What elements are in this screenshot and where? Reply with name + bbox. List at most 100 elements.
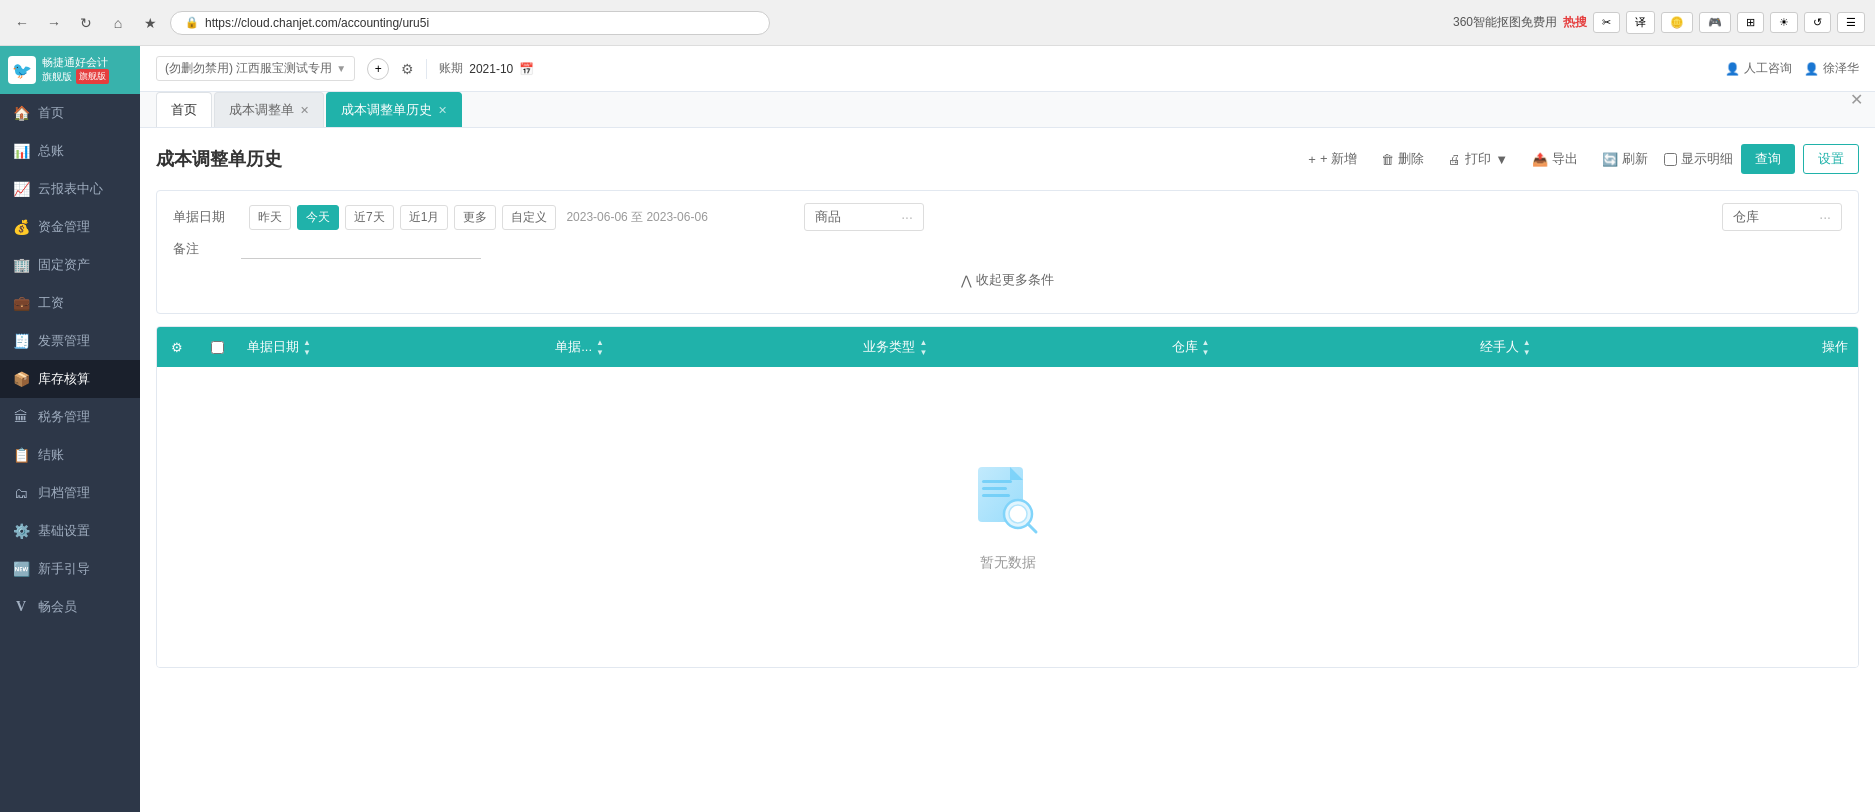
back-button[interactable]: ← (10, 11, 34, 35)
close-window-btn[interactable]: ✕ (1838, 82, 1875, 117)
sidebar-item-invoice-label: 发票管理 (38, 332, 90, 350)
select-all-checkbox[interactable] (211, 341, 224, 354)
history-tool[interactable]: ↺ (1804, 12, 1831, 33)
warehouse-sort-arrows: ▲▼ (1202, 338, 1210, 357)
menu-tool[interactable]: ☰ (1837, 12, 1865, 33)
remarks-input[interactable] (241, 239, 481, 259)
collapse-button[interactable]: ⋀ 收起更多条件 (951, 267, 1064, 293)
coin-tool[interactable]: 🪙 (1661, 12, 1693, 33)
sidebar-item-ledger[interactable]: 📊 总账 (0, 132, 140, 170)
tab-cost-adjust-history[interactable]: 成本调整单历史 ✕ (326, 92, 462, 127)
date-btn-yesterday[interactable]: 昨天 (249, 205, 291, 230)
sidebar-item-closing[interactable]: 📋 结账 (0, 436, 140, 474)
sidebar-item-settings[interactable]: ⚙️ 基础设置 (0, 512, 140, 550)
settings-button[interactable]: 设置 (1803, 144, 1859, 174)
th-settings[interactable]: ⚙ (157, 340, 197, 355)
table-container: ⚙ 单据日期 ▲▼ 单据... ▲▼ 业务类型 ▲▼ (156, 326, 1859, 668)
show-detail-checkbox[interactable] (1664, 153, 1677, 166)
th-biz-type-label: 业务类型 (863, 338, 915, 356)
forward-button[interactable]: → (42, 11, 66, 35)
sidebar-item-inventory[interactable]: 📦 库存核算 (0, 360, 140, 398)
print-button[interactable]: 🖨 打印 ▼ (1440, 146, 1516, 172)
scissors-tool[interactable]: ✂ (1593, 12, 1620, 33)
th-handler[interactable]: 经手人 ▲▼ (1470, 330, 1778, 365)
warehouse-label: 仓库 (1733, 208, 1759, 226)
query-button[interactable]: 查询 (1741, 144, 1795, 174)
sidebar-item-guide[interactable]: 🆕 新手引导 (0, 550, 140, 588)
add-tab-button[interactable]: + (367, 58, 389, 80)
delete-icon: 🗑 (1381, 152, 1394, 167)
sidebar-item-archive-label: 归档管理 (38, 484, 90, 502)
app-container: 🐦 畅捷通好会计 旗舰版 旗舰版 🏠 首页 📊 总账 📈 (0, 46, 1875, 812)
calendar-icon[interactable]: 📅 (519, 62, 534, 76)
refresh-button[interactable]: 🔄 刷新 (1594, 146, 1656, 172)
user-service[interactable]: 👤 人工咨询 (1725, 60, 1792, 77)
settings-tab-button[interactable]: ⚙ (401, 61, 414, 77)
date-btn-7days[interactable]: 近7天 (345, 205, 394, 230)
logo-icon: 🐦 (8, 56, 36, 84)
guide-icon: 🆕 (12, 561, 30, 577)
sidebar-item-funds[interactable]: 💰 资金管理 (0, 208, 140, 246)
sidebar-item-tax[interactable]: 🏛 税务管理 (0, 398, 140, 436)
sidebar-item-settings-label: 基础设置 (38, 522, 90, 540)
tab-cost-adjust-history-close[interactable]: ✕ (438, 104, 447, 117)
th-warehouse[interactable]: 仓库 ▲▼ (1162, 330, 1470, 365)
th-actions: 操作 (1778, 330, 1858, 364)
translate-tool[interactable]: 译 (1626, 11, 1655, 34)
sidebar-item-fixed-assets[interactable]: 🏢 固定资产 (0, 246, 140, 284)
tab-cost-adjust[interactable]: 成本调整单 ✕ (214, 92, 324, 127)
column-settings-icon[interactable]: ⚙ (171, 340, 183, 355)
grid-tool[interactable]: ⊞ (1737, 12, 1764, 33)
theme-tool[interactable]: ☀ (1770, 12, 1798, 33)
sidebar-item-membership[interactable]: V 畅会员 (0, 588, 140, 626)
sidebar-item-payroll[interactable]: 💼 工资 (0, 284, 140, 322)
page-header: 成本调整单历史 + + 新增 🗑 删除 🖨 打印 ▼ (156, 144, 1859, 174)
new-button[interactable]: + + 新增 (1300, 146, 1365, 172)
export-button[interactable]: 📤 导出 (1524, 146, 1586, 172)
bookmark-button[interactable]: ★ (138, 11, 162, 35)
sidebar-item-home[interactable]: 🏠 首页 (0, 94, 140, 132)
tab-home[interactable]: 首页 (156, 92, 212, 127)
user-avatar[interactable]: 👤 徐泽华 (1804, 60, 1859, 77)
th-biz-type[interactable]: 业务类型 ▲▼ (853, 330, 1161, 365)
export-icon: 📤 (1532, 152, 1548, 167)
print-dropdown-arrow: ▼ (1495, 152, 1508, 167)
th-number[interactable]: 单据... ▲▼ (545, 330, 853, 365)
date-btn-today[interactable]: 今天 (297, 205, 339, 230)
membership-icon: V (12, 599, 30, 615)
product-dots: ··· (901, 209, 913, 225)
date-filter-buttons: 昨天 今天 近7天 近1月 更多 自定义 2023-06-06 至 2023-0… (249, 205, 708, 230)
date-btn-1month[interactable]: 近1月 (400, 205, 449, 230)
settings-icon: ⚙️ (12, 523, 30, 539)
reports-icon: 📈 (12, 181, 30, 197)
user-name: 徐泽华 (1823, 60, 1859, 77)
sidebar-item-archive[interactable]: 🗂 归档管理 (0, 474, 140, 512)
sidebar-item-invoice[interactable]: 🧾 发票管理 (0, 322, 140, 360)
url-text: https://cloud.chanjet.com/accounting/uru… (205, 16, 429, 30)
account-period-label: 账期 (439, 60, 463, 77)
address-bar[interactable]: 🔒 https://cloud.chanjet.com/accounting/u… (170, 11, 770, 35)
topbar-divider (426, 59, 427, 79)
tab-bar: 首页 成本调整单 ✕ 成本调整单历史 ✕ ✕ (140, 92, 1875, 128)
account-period: 账期 2021-10 📅 (439, 60, 534, 77)
sidebar-item-reports[interactable]: 📈 云报表中心 (0, 170, 140, 208)
home-button[interactable]: ⌂ (106, 11, 130, 35)
sidebar-item-guide-label: 新手引导 (38, 560, 90, 578)
svg-rect-2 (982, 487, 1007, 490)
company-selector[interactable]: (勿删勿禁用) 江西服宝测试专用 ▼ (156, 56, 355, 81)
date-btn-more[interactable]: 更多 (454, 205, 496, 230)
game-tool[interactable]: 🎮 (1699, 12, 1731, 33)
warehouse-filter[interactable]: 仓库 ··· (1722, 203, 1842, 231)
company-dropdown-arrow: ▼ (336, 63, 346, 74)
th-date[interactable]: 单据日期 ▲▼ (237, 330, 545, 365)
print-label: 打印 (1465, 150, 1491, 168)
reload-button[interactable]: ↻ (74, 11, 98, 35)
date-btn-custom[interactable]: 自定义 (502, 205, 556, 230)
th-checkbox[interactable] (197, 341, 237, 354)
table-body: 暂无数据 (157, 367, 1858, 667)
sidebar-item-funds-label: 资金管理 (38, 218, 90, 236)
sidebar-logo[interactable]: 🐦 畅捷通好会计 旗舰版 旗舰版 (0, 46, 140, 94)
tab-cost-adjust-close[interactable]: ✕ (300, 104, 309, 117)
product-filter[interactable]: 商品 ··· (804, 203, 924, 231)
delete-button[interactable]: 🗑 删除 (1373, 146, 1432, 172)
